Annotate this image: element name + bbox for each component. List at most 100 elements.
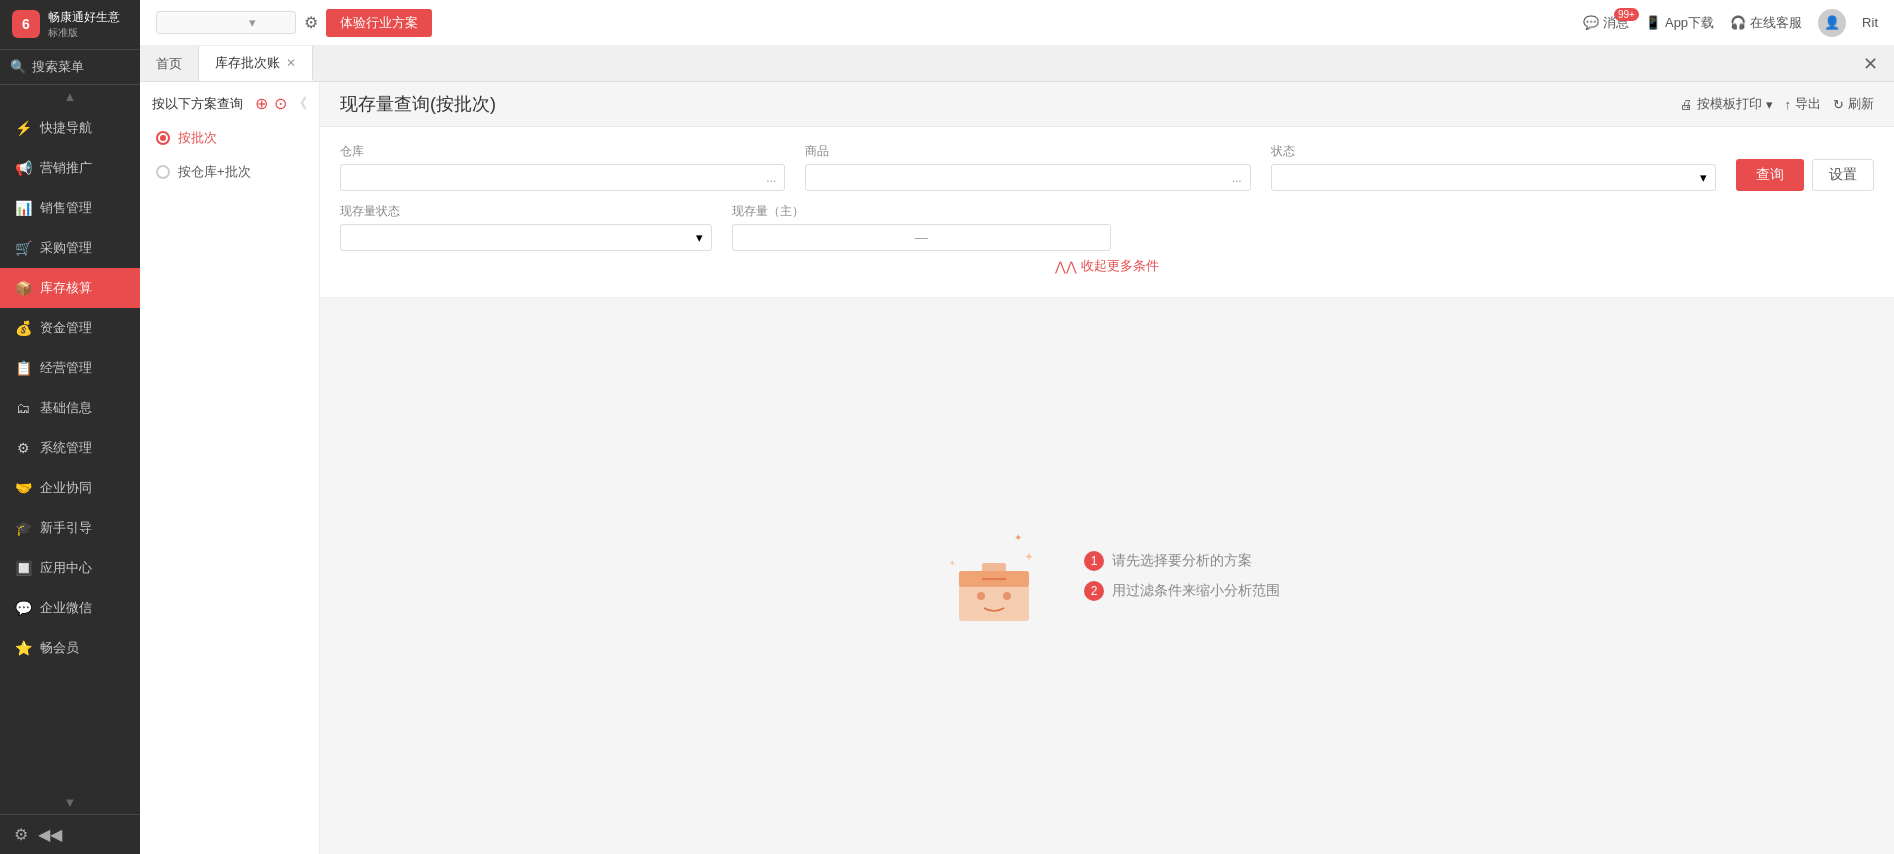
- search-btn-area: 查询 设置: [1736, 159, 1874, 191]
- print-icon: 🖨: [1680, 97, 1693, 112]
- sidebar-item-operation[interactable]: 📋经营管理: [0, 348, 140, 388]
- online-service-btn[interactable]: 🎧 在线客服: [1730, 14, 1802, 32]
- stock-status-input[interactable]: [349, 230, 692, 245]
- page-title: 现存量查询(按批次): [340, 92, 496, 116]
- sidebar-item-sales[interactable]: 📊 销售管理: [0, 188, 140, 228]
- empty-tip-1: 1 请先选择要分析的方案: [1084, 551, 1280, 571]
- warehouse-input[interactable]: [349, 170, 760, 185]
- filter-item-warehouse-batch[interactable]: 按仓库+批次: [140, 155, 319, 189]
- app-download-btn[interactable]: 📱 App下载: [1645, 14, 1714, 32]
- settings-button[interactable]: 设置: [1812, 159, 1874, 191]
- stock-qty-min-input[interactable]: [741, 230, 909, 245]
- search-row-2: 现存量状态 ▾ 现存量（主） —: [340, 203, 1874, 251]
- quick-nav-icon: ⚡: [14, 119, 32, 137]
- tab-bar: 首页 库存批次账 ✕ ✕: [140, 46, 1894, 82]
- basic-icon: 🗂: [14, 399, 32, 417]
- content-area: 按以下方案查询 ⊕ ⊙ 《 按批次 按仓库+批次 现存量查询(按批次): [140, 82, 1894, 854]
- sidebar-item-apps[interactable]: 🔲应用中心: [0, 548, 140, 588]
- status-select[interactable]: ▾: [1271, 164, 1716, 191]
- collapse-filter-icon[interactable]: 《: [293, 95, 307, 113]
- sidebar-item-quick-nav[interactable]: ⚡快捷导航: [0, 108, 140, 148]
- stock-status-dropdown-icon[interactable]: ▾: [696, 230, 703, 245]
- sidebar-item-label: 新手引导: [40, 519, 92, 537]
- user-icon: 👤: [1824, 15, 1840, 30]
- sidebar-search[interactable]: 🔍 搜索菜单: [0, 50, 140, 85]
- empty-tip-2: 2 用过滤条件来缩小分析范围: [1084, 581, 1280, 601]
- stock-status-select[interactable]: ▾: [340, 224, 712, 251]
- query-area: 现存量查询(按批次) 🖨 按模板打印 ▾ ↑ 导出 ↻ 刷新: [320, 82, 1894, 854]
- sidebar-brand: 畅康通好生意 标准版: [48, 10, 120, 39]
- settings-icon[interactable]: ⚙: [14, 825, 28, 844]
- query-header-actions: 🖨 按模板打印 ▾ ↑ 导出 ↻ 刷新: [1680, 95, 1875, 113]
- warehouse-more-icon[interactable]: ...: [766, 171, 776, 185]
- sales-icon: 📊: [14, 199, 32, 217]
- print-dropdown-icon[interactable]: ▾: [1766, 97, 1773, 112]
- filter-panel-title: 按以下方案查询: [152, 95, 243, 113]
- collapse-sidebar-btn[interactable]: ◀◀: [38, 825, 62, 844]
- sidebar-item-basic[interactable]: 🗂 基础信息: [0, 388, 140, 428]
- tab-home[interactable]: 首页: [140, 46, 199, 81]
- headset-icon: 🎧: [1730, 15, 1746, 30]
- experience-industry-button[interactable]: 体验行业方案: [326, 9, 432, 37]
- sidebar-item-inventory[interactable]: 📦库存核算: [0, 268, 140, 308]
- svg-text:✦: ✦: [1024, 550, 1034, 564]
- tab-close-icon[interactable]: ✕: [286, 56, 296, 70]
- stock-qty-max-input[interactable]: [934, 230, 1102, 245]
- sidebar-item-member[interactable]: ⭐ 畅会员: [0, 628, 140, 668]
- export-button[interactable]: ↑ 导出: [1785, 95, 1822, 113]
- warehouse-input-wrap[interactable]: ...: [340, 164, 785, 191]
- message-badge: 99+: [1614, 8, 1639, 21]
- product-input[interactable]: [814, 170, 1225, 185]
- print-button[interactable]: 🖨 按模板打印 ▾: [1680, 95, 1773, 113]
- status-label: 状态: [1271, 143, 1716, 160]
- message-icon: 💬: [1583, 15, 1599, 30]
- sidebar-item-label: 畅会员: [40, 639, 79, 657]
- search-row-1: 仓库 ... 商品 ...: [340, 143, 1874, 191]
- sidebar-scroll-up[interactable]: ▲: [0, 85, 140, 108]
- topbar-search-input[interactable]: [165, 16, 245, 30]
- sidebar-item-newbie[interactable]: 🎓新手引导: [0, 508, 140, 548]
- search-icon: 🔍: [10, 59, 26, 74]
- filter-item-batch[interactable]: 按批次: [140, 121, 319, 155]
- purchase-icon: 🛒: [14, 239, 32, 257]
- sidebar: 6 畅康通好生意 标准版 🔍 搜索菜单 ▲ ⚡快捷导航📢营销推广📊销售管理🛒采购…: [0, 0, 140, 854]
- collapse-more-btn[interactable]: ⋀⋀ 收起更多条件: [340, 251, 1874, 281]
- sidebar-item-label: 基础信息: [40, 399, 92, 417]
- sidebar-item-label: 资金管理: [40, 319, 92, 337]
- tab-batch[interactable]: 库存批次账 ✕: [199, 46, 313, 81]
- sidebar-item-wechat[interactable]: 💬企业微信: [0, 588, 140, 628]
- product-input-wrap[interactable]: ...: [805, 164, 1250, 191]
- sidebar-item-label: 销售管理: [40, 199, 92, 217]
- sidebar-item-finance[interactable]: 💰资金管理: [0, 308, 140, 348]
- sidebar-item-marketing[interactable]: 📢营销推广: [0, 148, 140, 188]
- refresh-button[interactable]: ↻ 刷新: [1833, 95, 1874, 113]
- query-button[interactable]: 查询: [1736, 159, 1804, 191]
- collapse-up-icon: ⋀⋀: [1055, 259, 1077, 274]
- sidebar-item-system[interactable]: ⚙系统管理: [0, 428, 140, 468]
- status-dropdown-icon[interactable]: ▾: [1700, 170, 1707, 185]
- sidebar-item-label: 经营管理: [40, 359, 92, 377]
- svg-point-4: [977, 592, 985, 600]
- settings-filter-icon[interactable]: ⊙: [274, 94, 287, 113]
- sidebar-item-purchase[interactable]: 🛒采购管理: [0, 228, 140, 268]
- sidebar-item-enterprise[interactable]: 🤝企业协同: [0, 468, 140, 508]
- stock-qty-input-wrap[interactable]: —: [732, 224, 1111, 251]
- topbar-search-box[interactable]: ▾: [156, 11, 296, 34]
- topbar-left: ▾ ⚙ 体验行业方案: [156, 9, 1573, 37]
- empty-state: ✦ ✦ ✦ 1 请先选择要分析的方案 2 用过滤条件来缩小分析范围: [320, 298, 1894, 854]
- add-filter-icon[interactable]: ⊕: [255, 94, 268, 113]
- member-icon: ⭐: [14, 639, 32, 657]
- sidebar-scroll-down[interactable]: ▼: [0, 791, 140, 814]
- message-btn[interactable]: 💬 消息 99+: [1583, 14, 1629, 32]
- search-dropdown-icon[interactable]: ▾: [249, 15, 256, 30]
- product-more-icon[interactable]: ...: [1232, 171, 1242, 185]
- status-input[interactable]: [1280, 170, 1696, 185]
- avatar[interactable]: 👤: [1818, 9, 1846, 37]
- tab-panel-close-btn[interactable]: ✕: [1847, 53, 1894, 75]
- empty-icon: ✦ ✦ ✦: [934, 516, 1054, 636]
- stock-status-label: 现存量状态: [340, 203, 712, 220]
- topbar-gear-icon[interactable]: ⚙: [304, 13, 318, 32]
- filter-panel-header: 按以下方案查询 ⊕ ⊙ 《: [140, 94, 319, 121]
- sidebar-nav: ⚡快捷导航📢营销推广 📊 销售管理 🛒采购管理📦库存核算💰资金管理📋经营管理 🗂 基础信息…: [0, 108, 140, 791]
- sidebar-item-label: 营销推广: [40, 159, 92, 177]
